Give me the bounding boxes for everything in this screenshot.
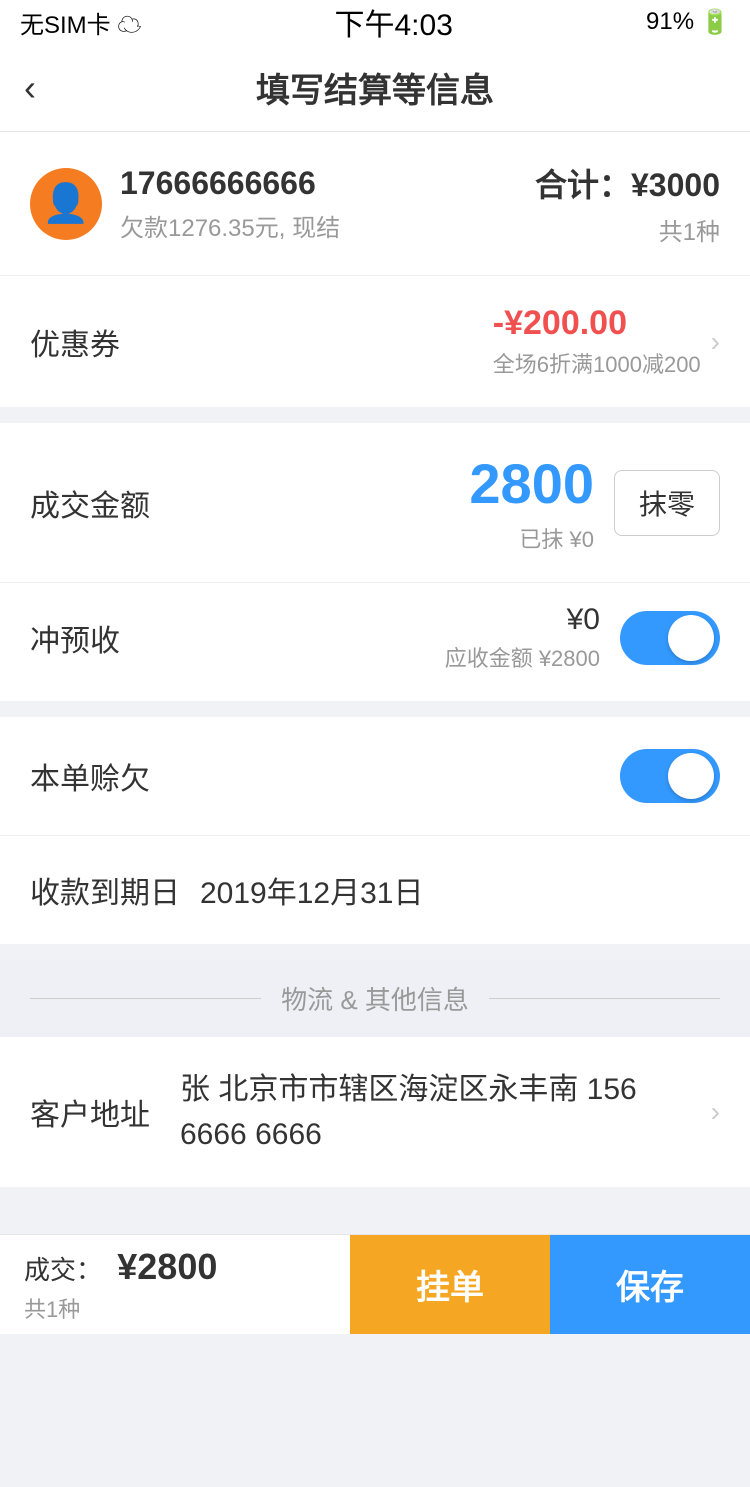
divider-line-right: [489, 998, 720, 999]
credit-label: 本单赊欠: [30, 754, 150, 798]
prereceive-amount: ¥0: [445, 603, 600, 637]
duedate-value: 2019年12月31日: [200, 868, 423, 912]
address-value: 张 北京市市辖区海淀区永丰南 156 6666 6666: [180, 1067, 711, 1157]
battery-icon: 🔋: [700, 8, 730, 37]
avatar: 👤: [30, 168, 102, 240]
bottom-summary-main: 成交： ¥2800: [24, 1246, 326, 1288]
customer-card: 👤 17666666666 欠款1276.35元, 现结 合计：¥3000 共1…: [0, 132, 750, 407]
back-button[interactable]: ‹: [24, 67, 36, 109]
coupon-amount: -¥200.00: [493, 304, 701, 343]
credit-row: 本单赊欠: [0, 717, 750, 835]
coupon-right: -¥200.00 全场6折满1000减200 ›: [493, 304, 720, 379]
save-button[interactable]: 保存: [550, 1235, 750, 1334]
page-title: 填写结算等信息: [256, 63, 494, 112]
status-bar-left: 无SIM卡 ☁: [20, 5, 141, 40]
summary-value: ¥2800: [117, 1246, 217, 1287]
amount-value: 2800: [469, 451, 594, 516]
status-bar: 无SIM卡 ☁ 下午4:03 91% 🔋: [0, 0, 750, 44]
total-count: 共1种: [535, 212, 720, 247]
coupon-desc: 全场6折满1000减200: [493, 347, 701, 379]
toggle-knob: [668, 615, 714, 661]
summary-label: 成交：: [24, 1255, 102, 1285]
duedate-row: 收款到期日 2019年12月31日: [0, 835, 750, 944]
status-bar-time: 下午4:03: [335, 0, 453, 44]
duedate-label: 收款到期日: [30, 868, 180, 912]
prereceive-info: ¥0 应收金额 ¥2800: [445, 603, 600, 673]
divider-text: 物流 & 其他信息: [281, 980, 469, 1017]
customer-info: 17666666666 欠款1276.35元, 现结: [120, 165, 340, 243]
customer-right: 合计：¥3000 共1种: [535, 160, 720, 247]
coupon-row[interactable]: 优惠券 -¥200.00 全场6折满1000减200 ›: [0, 275, 750, 407]
total-amount: 合计：¥3000: [535, 160, 720, 206]
chevron-right-icon: ›: [711, 326, 720, 358]
address-label: 客户地址: [30, 1090, 150, 1134]
page-bottom-pad: [0, 1387, 750, 1487]
customer-phone: 17666666666: [120, 165, 340, 202]
sim-status: 无SIM卡 ☁: [20, 5, 141, 40]
round-zero-button[interactable]: 抹零: [614, 470, 720, 536]
nav-bar: ‹ 填写结算等信息: [0, 44, 750, 132]
bottom-summary-sub: 共1种: [24, 1292, 326, 1324]
hang-button[interactable]: 挂单: [350, 1235, 550, 1334]
battery-status: 91%: [646, 8, 694, 36]
amount-row: 成交金额 2800 已抹 ¥0 抹零: [0, 423, 750, 582]
prereceive-right: ¥0 应收金额 ¥2800: [445, 603, 720, 673]
coupon-info: -¥200.00 全场6折满1000减200: [493, 304, 701, 379]
customer-sub: 欠款1276.35元, 现结: [120, 208, 340, 243]
bottom-summary: 成交： ¥2800 共1种: [0, 1235, 350, 1334]
prereceive-row: 冲预收 ¥0 应收金额 ¥2800: [0, 582, 750, 701]
credit-toggle[interactable]: [620, 749, 720, 803]
amount-value-wrapper: 2800 已抹 ¥0: [469, 451, 594, 554]
divider-section: 物流 & 其他信息: [0, 960, 750, 1037]
prereceive-sub: 应收金额 ¥2800: [445, 641, 600, 673]
address-row[interactable]: 客户地址 张 北京市市辖区海淀区永丰南 156 6666 6666 ›: [0, 1037, 750, 1187]
amount-erased: 已抹 ¥0: [469, 522, 594, 554]
credit-toggle-knob: [668, 753, 714, 799]
avatar-icon: 👤: [42, 182, 89, 226]
amount-label: 成交金额: [30, 481, 150, 525]
amount-card: 成交金额 2800 已抹 ¥0 抹零 冲预收 ¥0 应收金额 ¥2800: [0, 423, 750, 701]
amount-right: 2800 已抹 ¥0 抹零: [469, 451, 720, 554]
status-bar-right: 91% 🔋: [646, 8, 730, 37]
coupon-label: 优惠券: [30, 320, 120, 364]
credit-card: 本单赊欠 收款到期日 2019年12月31日: [0, 717, 750, 944]
customer-row: 👤 17666666666 欠款1276.35元, 现结 合计：¥3000 共1…: [0, 132, 750, 275]
prereceive-label: 冲预收: [30, 616, 120, 660]
customer-left: 👤 17666666666 欠款1276.35元, 现结: [30, 165, 340, 243]
divider-line-left: [30, 998, 261, 999]
address-chevron-icon: ›: [711, 1096, 720, 1128]
bottom-bar: 成交： ¥2800 共1种 挂单 保存: [0, 1234, 750, 1334]
prereceive-toggle[interactable]: [620, 611, 720, 665]
